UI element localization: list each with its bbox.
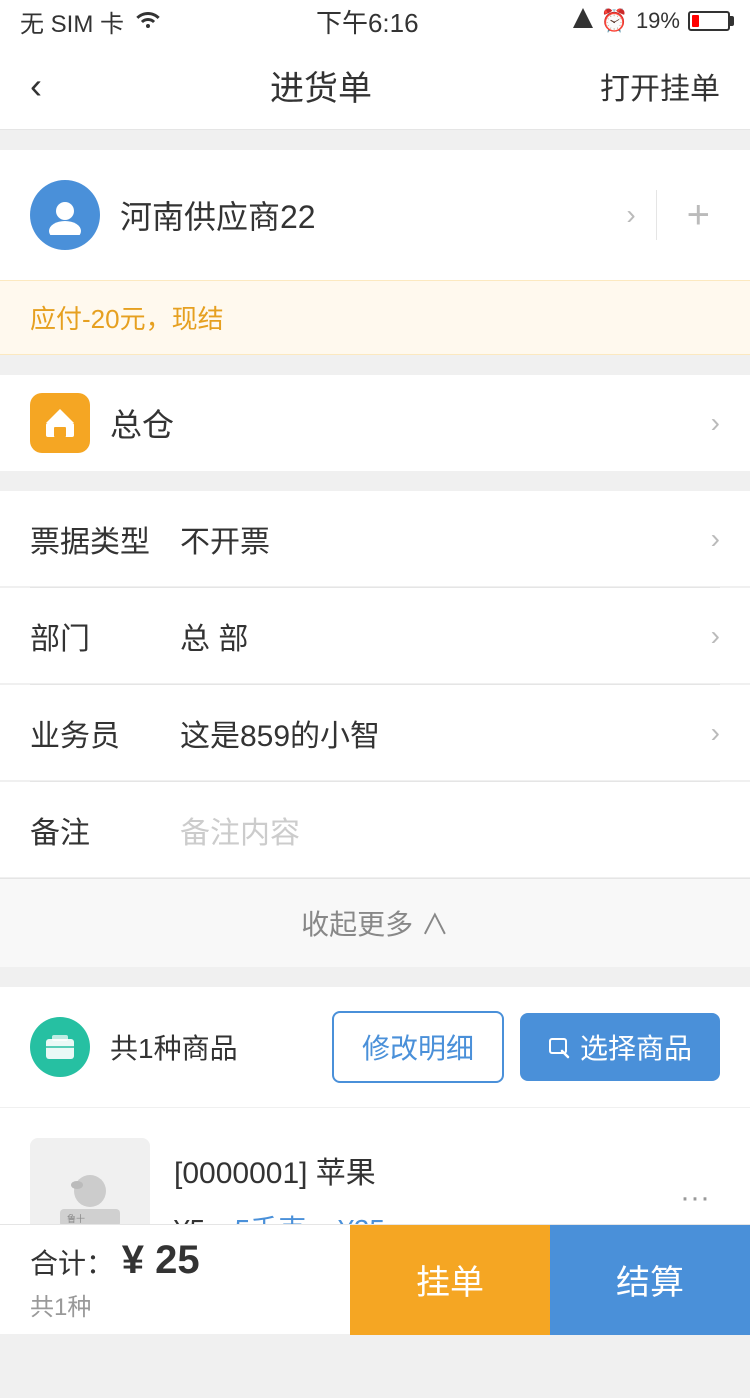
notice-bar: 应付-20元，现结 <box>0 280 750 355</box>
warehouse-chevron-icon: › <box>711 407 720 439</box>
products-header: 共1种商品 修改明细 选择商品 <box>0 987 750 1107</box>
open-hold-button[interactable]: 打开挂单 <box>600 64 720 108</box>
product-menu-button[interactable]: ··· <box>670 1181 720 1215</box>
remark-label: 备注 <box>30 808 160 852</box>
sales-row[interactable]: 业务员 这是859的小智 › <box>0 685 750 781</box>
invoice-row[interactable]: 票据类型 不开票 › <box>0 491 750 587</box>
remark-row[interactable]: 备注 备注内容 <box>0 782 750 878</box>
supplier-chevron-icon: › <box>626 199 635 231</box>
remark-input[interactable]: 备注内容 <box>160 808 720 852</box>
products-icon <box>30 1017 90 1077</box>
total-count: 共1种 <box>30 1287 320 1322</box>
dept-chevron-icon: › <box>711 620 720 652</box>
select-product-label: 选择商品 <box>580 1027 692 1067</box>
status-bar: 无 SIM 卡 下午6:16 ⏰ 19% <box>0 0 750 42</box>
warehouse-section[interactable]: 总仓 › <box>0 375 750 471</box>
checkout-button[interactable]: 结算 <box>550 1225 750 1335</box>
svg-text:鲁十: 鲁十 <box>67 1213 85 1224</box>
invoice-label: 票据类型 <box>30 517 160 561</box>
collapse-button[interactable]: 收起更多 ∧ <box>0 878 750 967</box>
location-icon <box>573 8 593 34</box>
dept-value: 总 部 <box>160 614 711 658</box>
total-amount: ¥ 25 <box>122 1238 200 1282</box>
nav-bar: ‹ 进货单 打开挂单 <box>0 42 750 130</box>
add-supplier-button[interactable]: + <box>677 193 720 238</box>
sales-value: 这是859的小智 <box>160 711 711 755</box>
footer-total: 合计： ¥ 25 共1种 <box>0 1238 350 1322</box>
products-count: 共1种商品 <box>110 1027 332 1067</box>
invoice-chevron-icon: › <box>711 523 720 555</box>
footer: 合计： ¥ 25 共1种 挂单 结算 <box>0 1224 750 1334</box>
page-title: 进货单 <box>270 61 372 110</box>
dept-row[interactable]: 部门 总 部 › <box>0 588 750 684</box>
sales-label: 业务员 <box>30 711 160 755</box>
battery-percent: 19% <box>636 8 680 34</box>
warehouse-icon <box>30 393 90 453</box>
supplier-section: 河南供应商22 › + <box>0 150 750 280</box>
supplier-name[interactable]: 河南供应商22 <box>120 192 626 238</box>
product-name: [0000001] 苹果 <box>174 1148 670 1192</box>
status-left: 无 SIM 卡 <box>20 4 162 39</box>
edit-details-button[interactable]: 修改明细 <box>332 1011 504 1083</box>
alarm-icon: ⏰ <box>601 8 628 34</box>
hold-button[interactable]: 挂单 <box>350 1225 550 1335</box>
invoice-value: 不开票 <box>160 517 711 561</box>
dept-label: 部门 <box>30 614 160 658</box>
back-button[interactable]: ‹ <box>30 65 42 107</box>
supplier-divider <box>656 190 657 240</box>
sales-chevron-icon: › <box>711 717 720 749</box>
warehouse-name: 总仓 <box>110 400 711 446</box>
wifi-icon <box>134 7 162 35</box>
notice-text: 应付-20元，现结 <box>30 304 224 334</box>
carrier-label: 无 SIM 卡 <box>20 4 124 39</box>
collapse-label: 收起更多 ∧ <box>301 903 449 943</box>
supplier-avatar <box>30 180 100 250</box>
total-label: 合计： <box>30 1248 114 1279</box>
battery-icon <box>688 11 730 31</box>
status-right: ⏰ 19% <box>573 8 730 34</box>
select-product-button[interactable]: 选择商品 <box>520 1013 720 1081</box>
status-time: 下午6:16 <box>316 3 419 40</box>
